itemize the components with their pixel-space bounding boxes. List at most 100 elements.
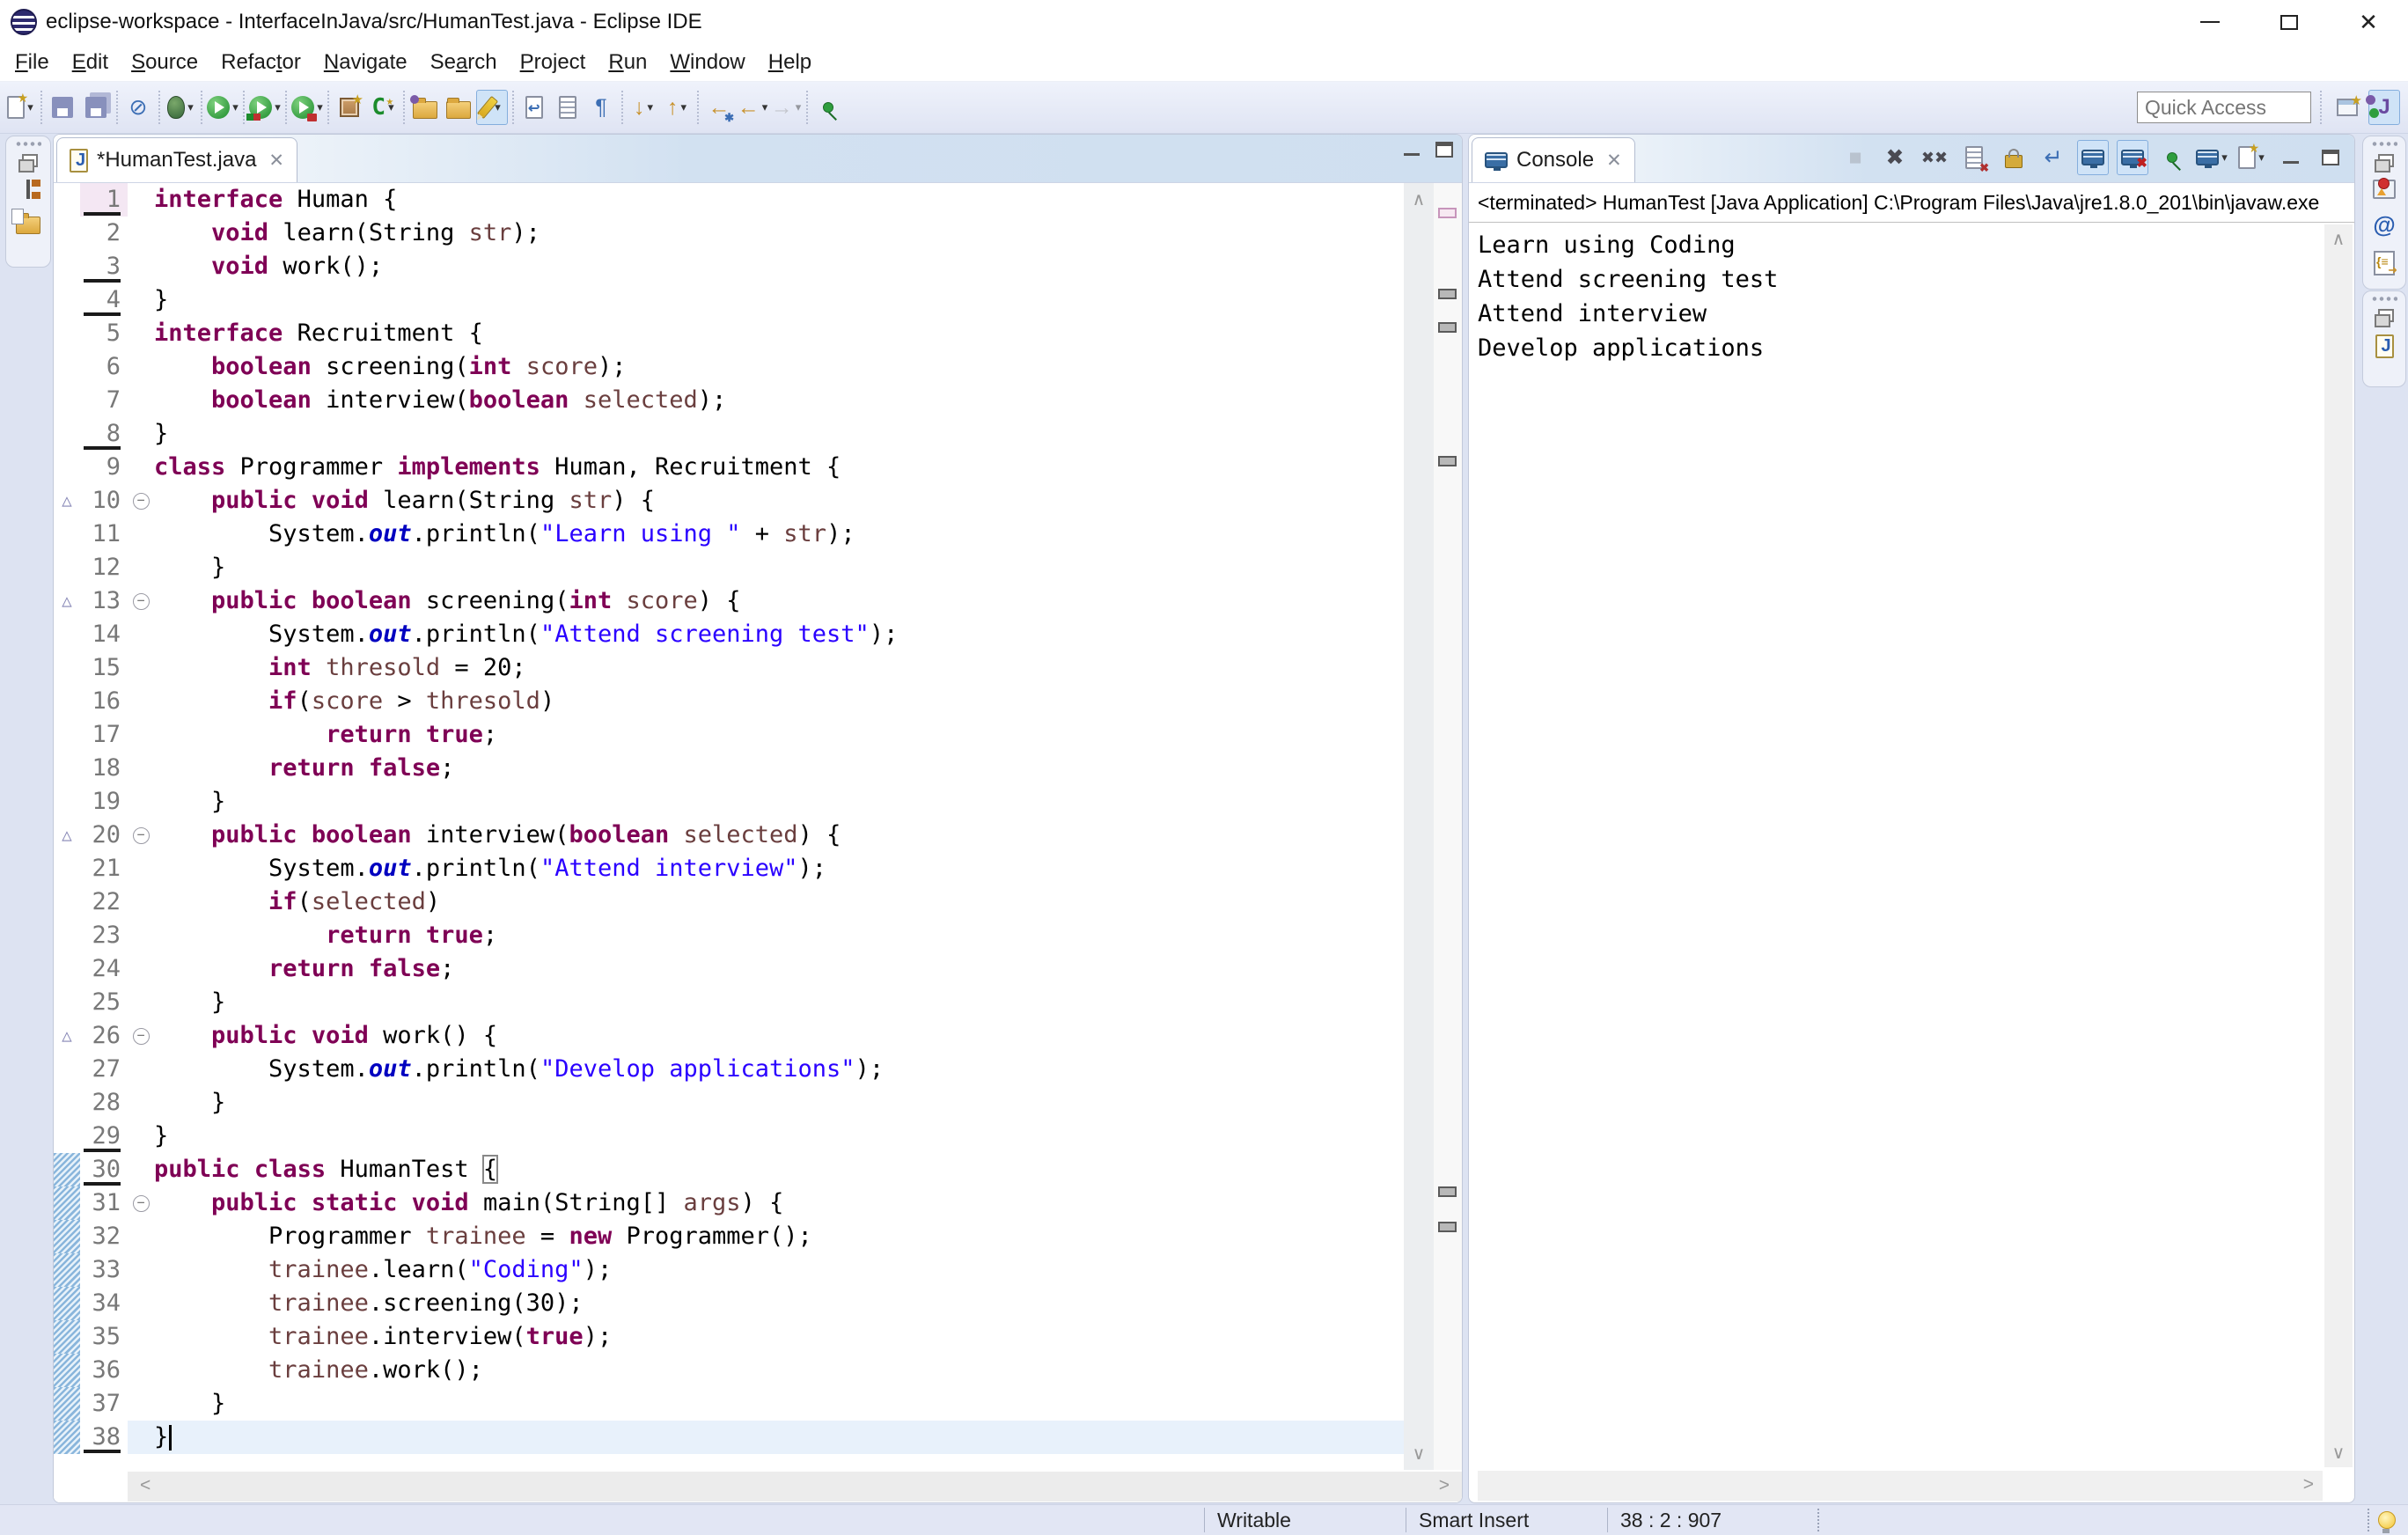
menu-help[interactable]: Help (757, 44, 823, 81)
overview-marker[interactable] (1438, 289, 1457, 299)
show-whitespace-icon[interactable]: ¶ (585, 90, 617, 125)
save-all-icon[interactable] (80, 90, 112, 125)
show-stderr-when-changed-icon[interactable] (2117, 140, 2148, 175)
code-line-6[interactable]: 6 boolean screening(int score); (54, 350, 1404, 384)
code-line-11[interactable]: 11 System.out.println("Learn using " + s… (54, 518, 1404, 551)
java-editor-icon[interactable] (2363, 334, 2405, 358)
menu-source[interactable]: Source (120, 44, 209, 81)
menu-file[interactable]: File (4, 44, 61, 81)
code-line-20[interactable]: △ 20− public boolean interview(boolean se… (54, 819, 1404, 852)
code-line-13[interactable]: △ 13− public boolean screening(int score)… (54, 584, 1404, 618)
code-line-24[interactable]: 24 return false; (54, 952, 1404, 986)
show-selected-element-icon[interactable] (552, 90, 584, 125)
overview-marker[interactable] (1438, 208, 1457, 218)
new-java-project-icon[interactable] (334, 90, 365, 125)
overview-marker[interactable] (1438, 456, 1457, 466)
code-line-2[interactable]: 2 void learn(String str); (54, 217, 1404, 250)
open-task-icon[interactable] (409, 90, 441, 125)
open-perspective-icon[interactable] (2331, 90, 2363, 125)
tab-humantest-java[interactable]: *HumanTest.java ✕ (56, 137, 298, 182)
tab-console[interactable]: Console ✕ (1472, 137, 1635, 182)
tip-lightbulb-icon[interactable] (2378, 1511, 2396, 1533)
restore-views-icon[interactable] (2363, 154, 2405, 173)
minimize-view-icon[interactable] (2275, 140, 2307, 175)
menu-run[interactable]: Run (597, 44, 658, 81)
external-tools-icon[interactable]: ▾ (291, 90, 323, 125)
folding-column[interactable]: − (128, 484, 154, 518)
minimize-button[interactable] (2170, 0, 2250, 44)
scroll-down-icon[interactable]: ∨ (1404, 1443, 1434, 1465)
code-line-28[interactable]: 28 } (54, 1086, 1404, 1120)
code-line-35[interactable]: 35 trainee.interview(true); (54, 1320, 1404, 1354)
code-line-5[interactable]: 5 interface Recruitment { (54, 317, 1404, 350)
editor-vertical-scrollbar[interactable]: ∧ ∨ (1404, 183, 1434, 1470)
console-output[interactable]: Learn using Coding Attend screening test A… (1469, 223, 2354, 365)
folding-column[interactable]: − (128, 584, 154, 618)
last-edit-location-icon[interactable]: ← ✱ (703, 90, 735, 125)
coverage-icon[interactable]: ▾ (246, 90, 281, 125)
package-explorer-icon[interactable] (6, 209, 50, 234)
pin-editor-icon[interactable] (812, 90, 844, 125)
new-java-class-icon[interactable]: C▾ (367, 90, 399, 125)
code-line-19[interactable]: 19 } (54, 785, 1404, 819)
code-line-36[interactable]: 36 trainee.work(); (54, 1354, 1404, 1387)
javadoc-icon[interactable]: @ (2363, 211, 2405, 239)
code-line-37[interactable]: 37 } (54, 1387, 1404, 1421)
code-line-9[interactable]: 9 class Programmer implements Human, Recr… (54, 451, 1404, 484)
previous-annotation-icon[interactable]: ↑ ▾ (661, 90, 693, 125)
tab-close-icon[interactable]: ✕ (1606, 150, 1622, 172)
code-line-22[interactable]: 22 if(selected) (54, 885, 1404, 919)
quick-access-input[interactable] (2137, 92, 2311, 123)
forward-icon[interactable]: → ▾ (770, 90, 802, 125)
tab-close-icon[interactable]: ✕ (268, 150, 284, 172)
display-selected-console-icon[interactable]: ▾ (2196, 140, 2228, 175)
code-line-38[interactable]: 38} (54, 1421, 1404, 1454)
code-line-4[interactable]: 4} (54, 283, 1404, 317)
code-line-27[interactable]: 27 System.out.println("Develop applicati… (54, 1053, 1404, 1086)
menu-navigate[interactable]: Navigate (312, 44, 419, 81)
scroll-up-icon[interactable]: ∧ (2324, 228, 2353, 250)
console-vertical-scrollbar[interactable]: ∧ ∨ (2324, 224, 2353, 1467)
close-button[interactable]: ✕ (2329, 0, 2408, 44)
task-list-icon[interactable] (2363, 178, 2405, 199)
next-annotation-icon[interactable]: ↓ ▾ (628, 90, 659, 125)
code-line-32[interactable]: 32 Programmer trainee = new Programmer()… (54, 1220, 1404, 1253)
code-line-34[interactable]: 34 trainee.screening(30); (54, 1287, 1404, 1320)
link-with-editor-icon[interactable] (518, 90, 550, 125)
restore-views-icon[interactable] (6, 154, 50, 173)
scroll-up-icon[interactable]: ∧ (1404, 188, 1434, 210)
code-line-3[interactable]: 3 void work(); (54, 250, 1404, 283)
save-icon[interactable] (47, 90, 78, 125)
overview-marker[interactable] (1438, 322, 1457, 333)
new-wizard-icon[interactable]: ▾ (4, 90, 36, 125)
maximize-editor-icon[interactable] (1435, 142, 1453, 158)
code-line-12[interactable]: 12 } (54, 551, 1404, 584)
code-line-29[interactable]: 29} (54, 1120, 1404, 1153)
open-resource-icon[interactable] (443, 90, 474, 125)
menu-edit[interactable]: Edit (61, 44, 120, 81)
scroll-right-icon[interactable]: > (2303, 1474, 2314, 1495)
code-line-21[interactable]: 21 System.out.println("Attend interview"… (54, 852, 1404, 885)
menu-window[interactable]: Window (658, 44, 756, 81)
code-line-23[interactable]: 23 return true; (54, 919, 1404, 952)
code-line-10[interactable]: △ 10− public void learn(String str) { (54, 484, 1404, 518)
scroll-left-icon[interactable]: < (140, 1475, 150, 1496)
scroll-right-icon[interactable]: > (1439, 1475, 1450, 1496)
overview-marker[interactable] (1438, 1222, 1457, 1232)
terminate-icon[interactable]: ■ (1839, 140, 1871, 175)
code-editor[interactable]: 1 interface Human {2 void learn(String st… (54, 183, 1404, 1470)
menu-refactor[interactable]: Refac t or (209, 44, 312, 81)
code-line-15[interactable]: 15 int thresold = 20; (54, 651, 1404, 685)
code-line-33[interactable]: 33 trainee.learn("Coding"); (54, 1253, 1404, 1287)
editor-horizontal-scrollbar[interactable]: < > (54, 1470, 1462, 1502)
show-stdout-when-changed-icon[interactable] (2077, 140, 2109, 175)
maximize-view-icon[interactable] (2315, 140, 2346, 175)
code-line-17[interactable]: 17 return true; (54, 718, 1404, 752)
word-wrap-icon[interactable]: ↵ (2037, 140, 2069, 175)
back-icon[interactable]: ← ▾ (737, 90, 768, 125)
debug-icon[interactable]: ▾ (165, 90, 196, 125)
mark-occurrences-icon[interactable]: ▾ (476, 90, 508, 125)
scroll-lock-icon[interactable] (1998, 140, 2030, 175)
code-line-25[interactable]: 25 } (54, 986, 1404, 1019)
menu-search[interactable]: Se a rch (419, 44, 509, 81)
